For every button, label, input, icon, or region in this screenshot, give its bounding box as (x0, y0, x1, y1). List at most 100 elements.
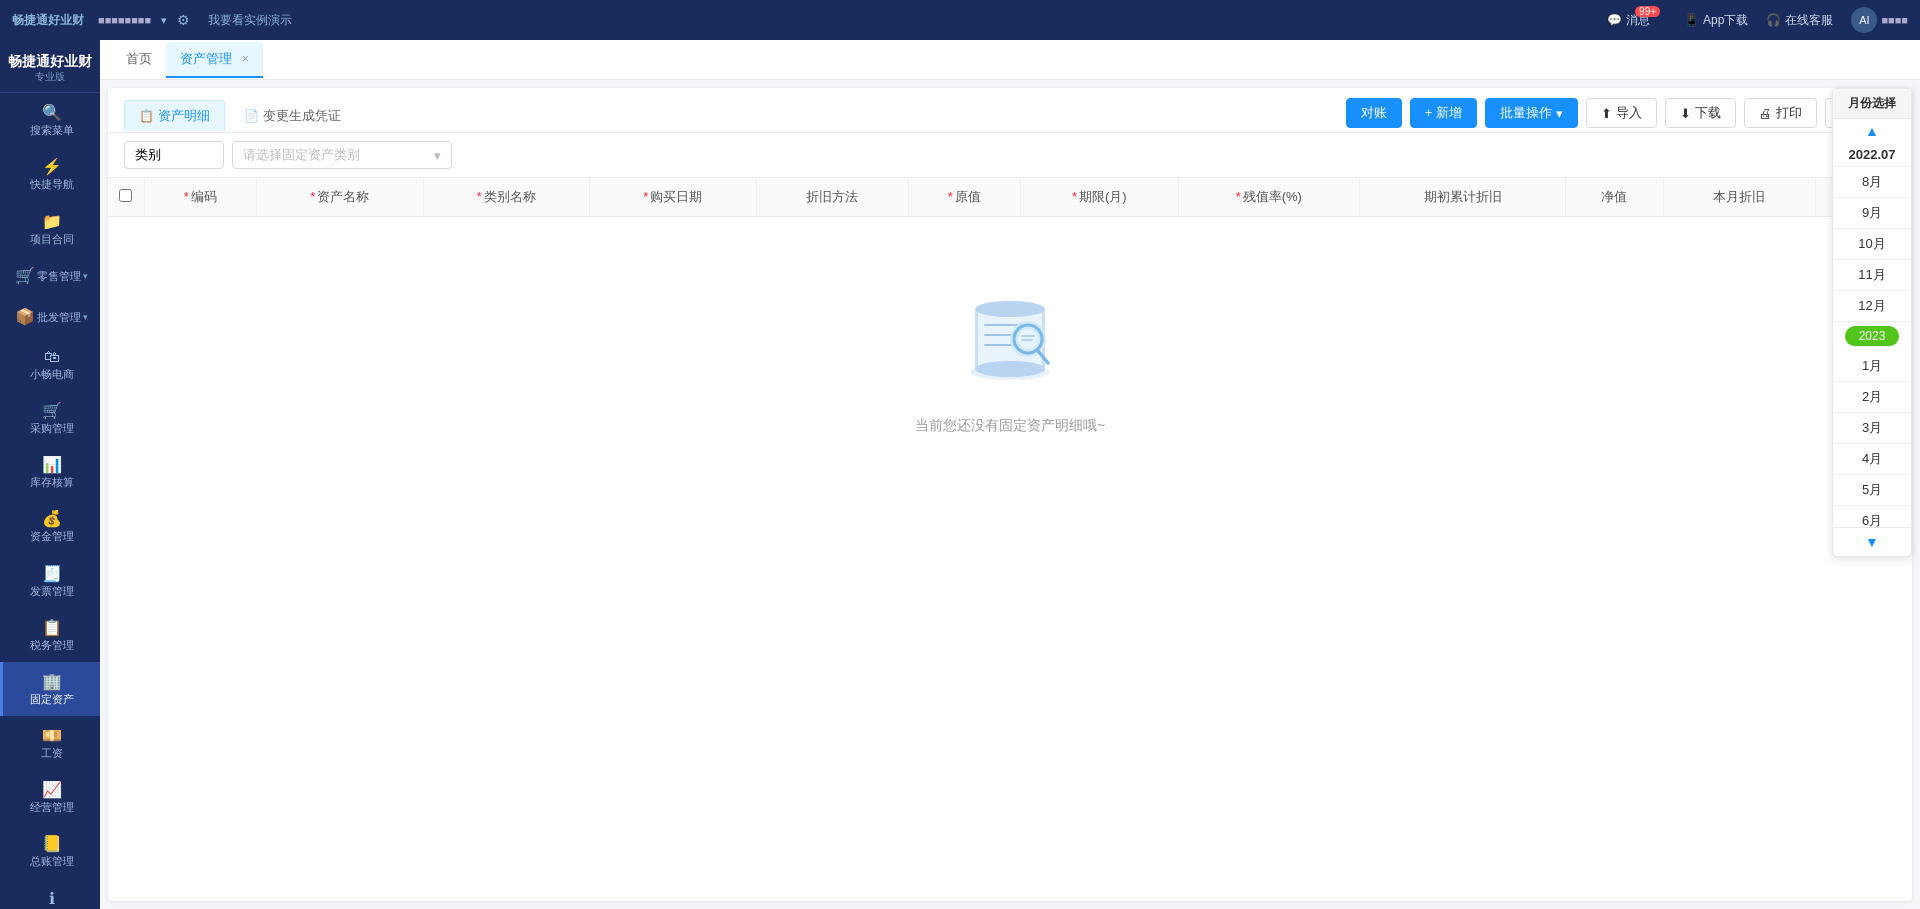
sidebar: 畅捷通好业财 专业版 🔍 搜索菜单 ⚡ 快捷导航 📁 项目合同 🛒 零售管理 ▾ (0, 40, 100, 909)
sidebar-item-label: 快捷导航 (30, 178, 74, 191)
th-period: *期限(月) (1020, 178, 1178, 217)
main-panel: 📋 资产明细 📄 变更生成凭证 对账 + 新增 批量操作 ▾ (108, 88, 1912, 901)
th-original-value: *原值 (908, 178, 1020, 217)
purchase-icon: 🛒 (42, 401, 62, 420)
batch-button[interactable]: 批量操作 ▾ (1485, 98, 1578, 128)
category-placeholder: 请选择固定资产类别 (243, 146, 360, 164)
batch-label: 批量操作 (1500, 104, 1552, 122)
sidebar-item-label: 发票管理 (30, 585, 74, 598)
sidebar-item-label: 库存核算 (30, 476, 74, 489)
sidebar-item-purchase[interactable]: 🛒 采购管理 (0, 391, 100, 445)
tab-close-icon[interactable]: × (242, 52, 249, 66)
import-button[interactable]: ⬆ 导入 (1586, 98, 1657, 128)
sidebar-item-finance[interactable]: 💰 资金管理 (0, 499, 100, 553)
sub-tab-change-voucher[interactable]: 📄 变更生成凭证 (229, 100, 356, 131)
month-item-8[interactable]: 8月 (1833, 167, 1911, 198)
sidebar-item-retail[interactable]: 🛒 零售管理 ▾ (0, 256, 100, 297)
month-item-10[interactable]: 10月 (1833, 229, 1911, 260)
sidebar-item-tax[interactable]: 📋 税务管理 (0, 608, 100, 662)
sub-tab-label: 变更生成凭证 (263, 107, 341, 125)
company-name: ■■■■■■■■ (98, 14, 151, 26)
management-icon: 📈 (42, 780, 62, 799)
th-name: *资产名称 (256, 178, 423, 217)
month-item-2023-badge: 2023 (1845, 326, 1899, 347)
month-picker-up-btn[interactable]: ▲ (1859, 121, 1885, 141)
import-icon: ⬆ (1601, 106, 1612, 121)
sidebar-item-invoice[interactable]: 🧾 发票管理 (0, 554, 100, 608)
tab-asset-mgmt[interactable]: 资产管理 × (166, 42, 263, 78)
sidebar-item-ledger[interactable]: 📒 总账管理 (0, 824, 100, 878)
project-icon: 📁 (42, 212, 62, 231)
message-icon: 💬 (1607, 13, 1622, 27)
retail-icon: 🛒 (15, 266, 35, 285)
tab-home[interactable]: 首页 (112, 42, 166, 78)
search-icon: 🔍 (42, 103, 62, 122)
sub-tab-asset-detail[interactable]: 📋 资产明细 (124, 100, 225, 131)
month-item-1[interactable]: 1月 (1833, 351, 1911, 382)
sidebar-item-fixed-assets[interactable]: 🏢 固定资产 (0, 662, 100, 716)
invoice-icon: 🧾 (42, 564, 62, 583)
th-net-value: 净值 (1566, 178, 1664, 217)
inventory-icon: 📊 (42, 455, 62, 474)
category-input[interactable]: 请选择固定资产类别 ▾ (232, 141, 452, 169)
company-dropdown[interactable]: ▾ (161, 14, 167, 27)
sidebar-logo: 畅捷通好业财 专业版 (0, 40, 100, 93)
sidebar-item-inventory[interactable]: 📊 库存核算 (0, 445, 100, 499)
finance-icon: 💰 (42, 509, 62, 528)
sidebar-item-salary[interactable]: 💴 工资 (0, 716, 100, 770)
page-content: 📋 资产明细 📄 变更生成凭证 对账 + 新增 批量操作 ▾ (100, 80, 1920, 909)
month-item-5[interactable]: 5月 (1833, 475, 1911, 506)
category-filter[interactable]: 类别 (124, 141, 224, 169)
month-item-3[interactable]: 3月 (1833, 413, 1911, 444)
settings-icon[interactable]: ⚙ (177, 12, 190, 28)
avatar: AI (1851, 7, 1877, 33)
sidebar-item-ecommerce[interactable]: 🛍 小畅电商 (0, 338, 100, 391)
demo-link[interactable]: 我要看实例演示 (208, 12, 292, 29)
sidebar-menu: 🔍 搜索菜单 ⚡ 快捷导航 📁 项目合同 🛒 零售管理 ▾ 📦 批发管理 ▾ (0, 93, 100, 909)
sidebar-item-basic-info[interactable]: ℹ 基础信息 (0, 879, 100, 909)
month-item-6[interactable]: 6月 (1833, 506, 1911, 527)
user-avatar[interactable]: AI ■■■■ (1851, 7, 1908, 33)
sidebar-item-quick-nav[interactable]: ⚡ 快捷导航 (0, 147, 100, 201)
sidebar-item-search[interactable]: 🔍 搜索菜单 (0, 93, 100, 147)
month-item-9[interactable]: 9月 (1833, 198, 1911, 229)
sidebar-item-label: 小畅电商 (30, 368, 74, 381)
sidebar-item-project[interactable]: 📁 项目合同 (0, 202, 100, 256)
month-picker-header: 月份选择 (1833, 89, 1911, 119)
wholesale-icon: 📦 (15, 307, 35, 326)
th-code: *编码 (144, 178, 256, 217)
th-checkbox[interactable] (108, 178, 144, 217)
message-btn[interactable]: 💬 消息 99+ (1607, 12, 1650, 29)
salary-icon: 💴 (42, 726, 62, 745)
month-picker-down-btn[interactable]: ▼ (1859, 532, 1885, 552)
sidebar-item-label: 采购管理 (30, 422, 74, 435)
app-logo: 畅捷通好业财 (12, 12, 84, 29)
chevron-down-icon: ▾ (83, 271, 88, 281)
table-header-row: *编码 *资产名称 *类别名称 *购买日期 折旧方法 *原值 *期限(月) *残… (108, 178, 1912, 217)
select-all-checkbox[interactable] (119, 189, 132, 202)
sidebar-item-label: 项目合同 (30, 233, 74, 246)
reconcile-button[interactable]: 对账 (1346, 98, 1402, 128)
month-item-4[interactable]: 4月 (1833, 444, 1911, 475)
add-button[interactable]: + 新增 (1410, 98, 1477, 128)
sidebar-item-wholesale[interactable]: 📦 批发管理 ▾ (0, 297, 100, 338)
print-button[interactable]: 🖨 打印 (1744, 98, 1817, 128)
filter-bar: 类别 请选择固定资产类别 ▾ (108, 133, 1912, 178)
username: ■■■■ (1881, 14, 1908, 26)
download-label: 下载 (1695, 104, 1721, 122)
sidebar-item-management[interactable]: 📈 经营管理 (0, 770, 100, 824)
headset-icon: 🎧 (1766, 13, 1781, 27)
month-item-12[interactable]: 12月 (1833, 291, 1911, 322)
ecommerce-icon: 🛍 (44, 348, 60, 366)
sidebar-item-label: 批发管理 (37, 311, 81, 324)
app-download-btn[interactable]: 📱 App下载 (1684, 12, 1748, 29)
download-button[interactable]: ⬇ 下载 (1665, 98, 1736, 128)
month-picker-list: 8月 9月 10月 11月 12月 2023 1月 2月 3月 4月 5月 6月… (1833, 167, 1911, 527)
phone-icon: 📱 (1684, 13, 1699, 27)
online-service-btn[interactable]: 🎧 在线客服 (1766, 12, 1833, 29)
month-picker-panel: 月份选择 ▲ 2022.07 8月 9月 10月 11月 12月 2023 1月… (1832, 88, 1912, 557)
month-item-2[interactable]: 2月 (1833, 382, 1911, 413)
change-voucher-icon: 📄 (244, 109, 259, 123)
filter-dropdown-icon: ▾ (434, 148, 441, 163)
month-item-11[interactable]: 11月 (1833, 260, 1911, 291)
